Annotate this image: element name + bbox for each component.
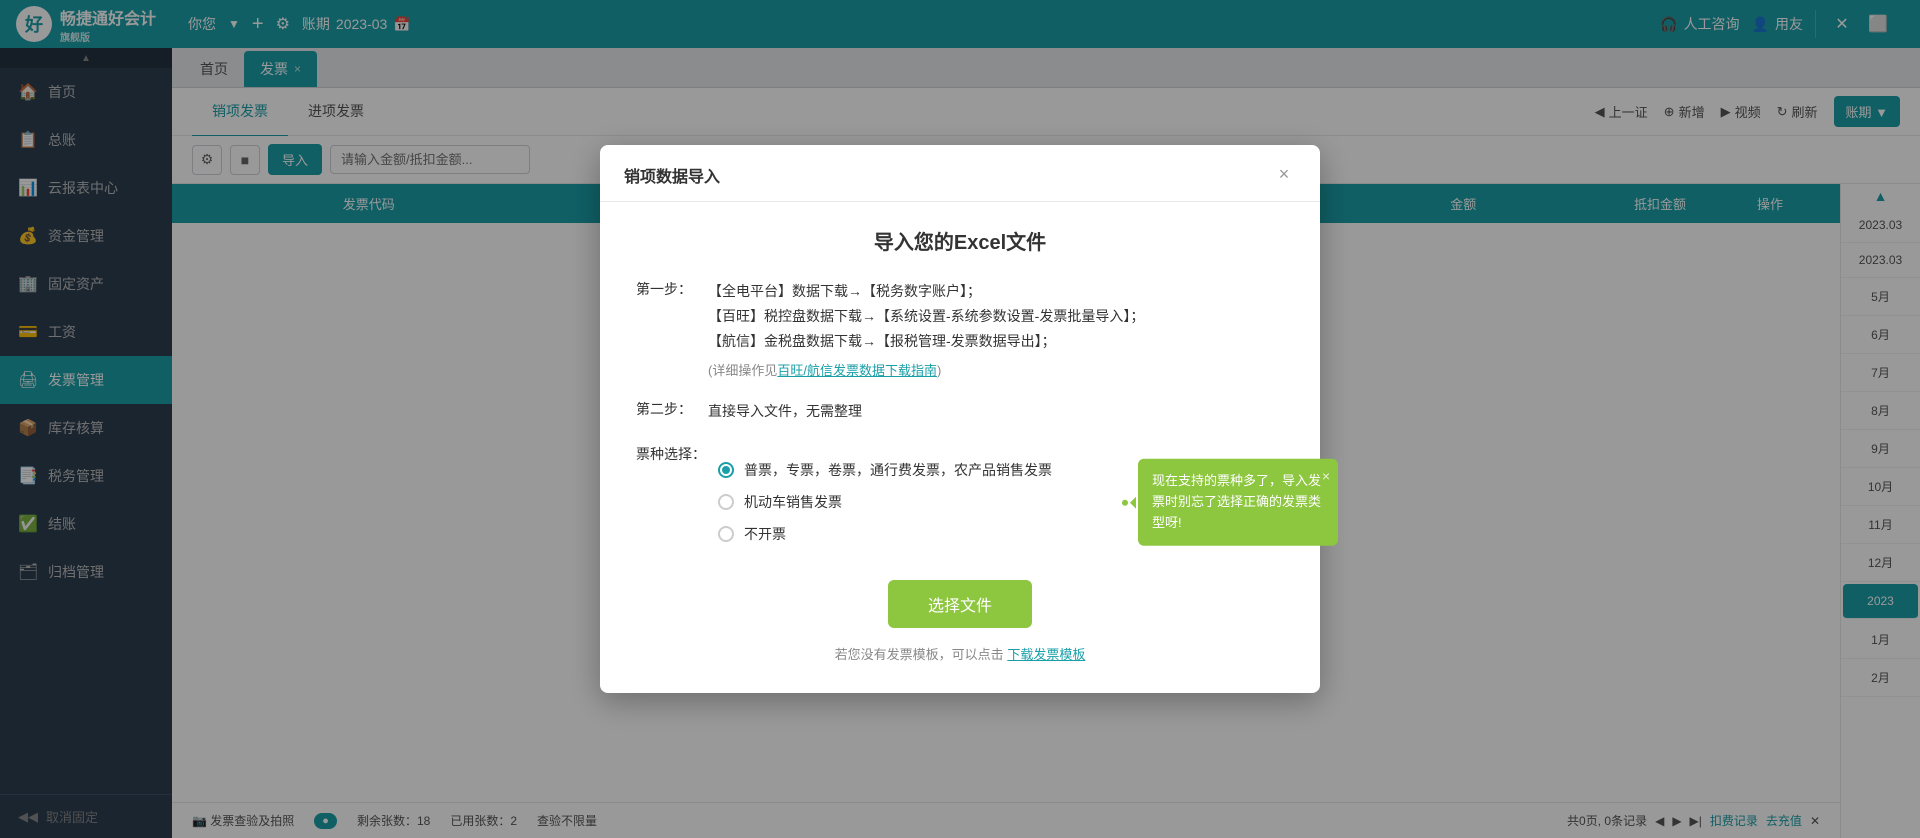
modal-header: 销项数据导入 × [600,145,1320,202]
radio-circle-3[interactable] [718,526,734,542]
modal-step2: 第二步： 直接导入文件，无需整理 [636,399,1284,424]
step1-label: 第一步： [636,279,696,355]
radio-circle-1[interactable] [718,462,734,478]
step1-row: 第一步： 【全电平台】数据下载→【税务数字账户】； 【百旺】税控盘数据下载→【系… [636,279,1284,355]
modal-sales-import: 销项数据导入 × 导入您的Excel文件 第一步： 【全电平台】数据下载→【税务… [600,145,1320,694]
radio-label-2: 机动车销售发票 [744,492,842,512]
step1-line2: 【百旺】税控盘数据下载→【系统设置-系统参数设置-发票批量导入】； [708,304,1144,329]
download-template-link[interactable]: 下载发票模板 [1007,647,1085,662]
radio-group: 普票，专票，卷票，通行费发票，农产品销售发票 机动车销售发票 × 现在支持的票种… [718,460,1052,544]
step2-label: 第二步： [636,399,696,424]
modal-title: 销项数据导入 [624,163,720,187]
step1-content: 【全电平台】数据下载→【税务数字账户】； 【百旺】税控盘数据下载→【系统设置-系… [708,279,1144,355]
step2-text: 直接导入文件，无需整理 [708,399,862,424]
ticket-label: 票种选择： [636,444,706,560]
select-file-btn[interactable]: 选择文件 [888,580,1032,628]
ticket-row: 票种选择： 普票，专票，卷票，通行费发票，农产品销售发票 机动车销售发票 [636,444,1284,560]
radio-option-3[interactable]: 不开票 [718,524,1052,544]
modal-footer: 若您没有发票模板，可以点击 下载发票模板 [636,644,1284,663]
modal-ticket-selection: 票种选择： 普票，专票，卷票，通行费发票，农产品销售发票 机动车销售发票 [636,444,1284,560]
modal-body: 导入您的Excel文件 第一步： 【全电平台】数据下载→【税务数字账户】； 【百… [600,202,1320,694]
step1-sub: (详细操作见百旺/航信发票数据下载指南) [708,360,1284,379]
modal-overlay[interactable]: 销项数据导入 × 导入您的Excel文件 第一步： 【全电平台】数据下载→【税务… [0,0,1920,838]
tooltip-bubble: × 现在支持的票种多了，导入发票时别忘了选择正确的发票类型呀! [1138,459,1338,545]
step2-row: 第二步： 直接导入文件，无需整理 [636,399,1284,424]
radio-label-1: 普票，专票，卷票，通行费发票，农产品销售发票 [744,460,1052,480]
modal-step1: 第一步： 【全电平台】数据下载→【税务数字账户】； 【百旺】税控盘数据下载→【系… [636,279,1284,380]
radio-dot-1 [722,466,730,474]
radio-circle-2[interactable] [718,494,734,510]
modal-close-btn[interactable]: × [1272,163,1296,187]
modal-main-title: 导入您的Excel文件 [636,226,1284,255]
step1-line3: 【航信】金税盘数据下载→【报税管理-发票数据导出】； [708,329,1144,354]
tooltip-close-icon[interactable]: × [1322,465,1330,487]
radio-option-1[interactable]: 普票，专票，卷票，通行费发票，农产品销售发票 [718,460,1052,480]
radio-option-2[interactable]: 机动车销售发票 × 现在支持的票种多了，导入发票时别忘了选择正确的发票类型呀! [718,492,1052,512]
step1-line1: 【全电平台】数据下载→【税务数字账户】； [708,279,1144,304]
radio-label-3: 不开票 [744,524,786,544]
step1-guide-link[interactable]: 百旺/航信发票数据下载指南 [777,363,937,378]
